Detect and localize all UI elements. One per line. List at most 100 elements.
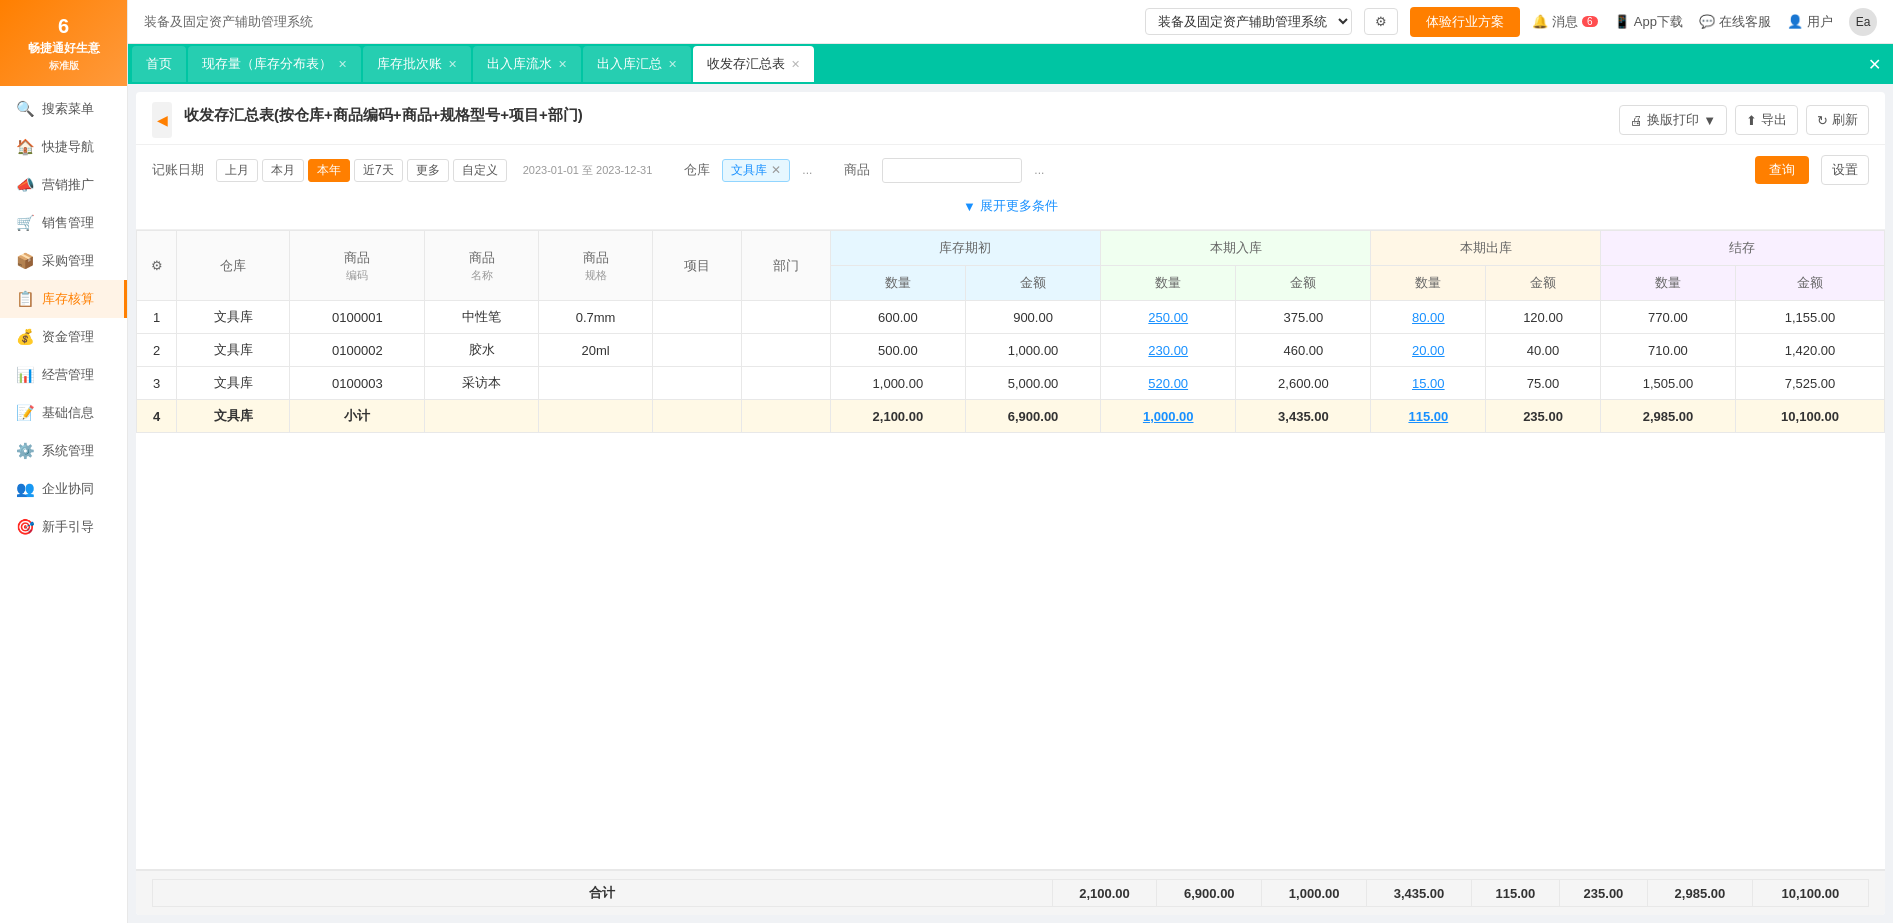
sidebar-item-guide[interactable]: 🎯 新手引导 <box>0 508 127 546</box>
refresh-label: 刷新 <box>1832 111 1858 129</box>
sidebar-item-purchase[interactable]: 📦 采购管理 <box>0 242 127 280</box>
tab-batch-account[interactable]: 库存批次账 ✕ <box>363 46 471 82</box>
online-service-label: 在线客服 <box>1719 13 1771 31</box>
tab-flow[interactable]: 出入库流水 ✕ <box>473 46 581 82</box>
tab-summary[interactable]: 出入库汇总 ✕ <box>583 46 691 82</box>
gear-button[interactable]: ⚙ <box>1364 8 1398 35</box>
export-button[interactable]: ⬆ 导出 <box>1735 105 1798 135</box>
subtotal-name <box>425 400 538 433</box>
sidebar-item-collaboration[interactable]: 👥 企业协同 <box>0 470 127 508</box>
page-title: 收发存汇总表(按仓库+商品编码+商品+规格型号+项目+部门) <box>184 106 583 125</box>
basic-info-icon: 📝 <box>16 404 34 422</box>
close-all-tabs-button[interactable]: ✕ <box>1860 55 1889 74</box>
purchase-icon: 📦 <box>16 252 34 270</box>
tab-close-icon[interactable]: ✕ <box>338 58 347 71</box>
tab-batch-account-label: 库存批次账 <box>377 55 442 73</box>
row-no: 2 <box>137 334 177 367</box>
warehouse-remove-button[interactable]: ✕ <box>771 163 781 177</box>
subtotal-in-amt: 3,435.00 <box>1236 400 1371 433</box>
print-label: 换版打印 <box>1647 111 1699 129</box>
sidebar-item-system[interactable]: ⚙️ 系统管理 <box>0 432 127 470</box>
app-download-button[interactable]: 📱 App下载 <box>1614 13 1683 31</box>
subtotal-in-qty-link[interactable]: 1,000.00 <box>1143 409 1194 424</box>
sidebar-item-basic-info[interactable]: 📝 基础信息 <box>0 394 127 432</box>
subtotal-no: 4 <box>137 400 177 433</box>
th-opening-stock: 库存期初 <box>830 231 1100 266</box>
refresh-button[interactable]: ↻ 刷新 <box>1806 105 1869 135</box>
date-btn-this-year[interactable]: 本年 <box>308 159 350 182</box>
sidebar-item-finance[interactable]: 💰 资金管理 <box>0 318 127 356</box>
print-button[interactable]: 🖨 换版打印 ▼ <box>1619 105 1727 135</box>
sidebar-item-label: 营销推广 <box>42 176 94 194</box>
tab-home[interactable]: 首页 <box>132 46 186 82</box>
row-dept <box>742 301 831 334</box>
expand-label: 展开更多条件 <box>980 197 1058 215</box>
subtotal-open-amt: 6,900.00 <box>965 400 1100 433</box>
user-label: 用户 <box>1807 13 1833 31</box>
goods-input[interactable] <box>882 158 1022 183</box>
try-industry-button[interactable]: 体验行业方案 <box>1410 7 1520 37</box>
tab-close-icon[interactable]: ✕ <box>668 58 677 71</box>
online-service-button[interactable]: 💬 在线客服 <box>1699 13 1771 31</box>
sidebar-item-label: 采购管理 <box>42 252 94 270</box>
date-btn-custom[interactable]: 自定义 <box>453 159 507 182</box>
row-in-amt: 460.00 <box>1236 334 1371 367</box>
tab-flow-label: 出入库流水 <box>487 55 552 73</box>
out-qty-link[interactable]: 20.00 <box>1412 343 1445 358</box>
sidebar-item-operations[interactable]: 📊 经营管理 <box>0 356 127 394</box>
row-bal-qty: 1,505.00 <box>1600 367 1735 400</box>
sidebar-item-label: 销售管理 <box>42 214 94 232</box>
collapse-button[interactable]: ◀ <box>152 102 172 138</box>
settings-button[interactable]: 设置 <box>1821 155 1869 185</box>
finance-icon: 💰 <box>16 328 34 346</box>
expand-more-conditions-button[interactable]: ▼ 展开更多条件 <box>152 193 1869 219</box>
tab-current-stock[interactable]: 现存量（库存分布表） ✕ <box>188 46 361 82</box>
in-qty-link[interactable]: 250.00 <box>1148 310 1188 325</box>
tab-receive-send-summary[interactable]: 收发存汇总表 ✕ <box>693 46 814 82</box>
goods-more-button[interactable]: ... <box>1034 163 1044 177</box>
row-open-qty: 600.00 <box>830 301 965 334</box>
row-in-amt: 2,600.00 <box>1236 367 1371 400</box>
subtotal-out-qty-link[interactable]: 115.00 <box>1408 409 1448 424</box>
out-qty-link[interactable]: 80.00 <box>1412 310 1445 325</box>
sidebar-item-label: 基础信息 <box>42 404 94 422</box>
sidebar-item-marketing[interactable]: 📣 营销推广 <box>0 166 127 204</box>
search-icon: 🔍 <box>16 100 34 118</box>
notification-label: 消息 <box>1552 13 1578 31</box>
out-qty-link[interactable]: 15.00 <box>1412 376 1445 391</box>
warehouse-more-button[interactable]: ... <box>802 163 812 177</box>
in-qty-link[interactable]: 520.00 <box>1148 376 1188 391</box>
content-panel: ◀ 收发存汇总表(按仓库+商品编码+商品+规格型号+项目+部门) 🖨 换版打印 … <box>136 92 1885 915</box>
date-btn-last-month[interactable]: 上月 <box>216 159 258 182</box>
subtotal-spec <box>538 400 653 433</box>
date-btn-more[interactable]: 更多 <box>407 159 449 182</box>
row-in-qty: 250.00 <box>1101 301 1236 334</box>
query-button[interactable]: 查询 <box>1755 156 1809 184</box>
tab-close-icon[interactable]: ✕ <box>448 58 457 71</box>
th-open-amt: 金额 <box>965 266 1100 301</box>
app-dropdown[interactable]: 装备及固定资产辅助管理系统 <box>1145 8 1352 35</box>
user-menu-button[interactable]: 👤 用户 <box>1787 13 1833 31</box>
row-spec <box>538 367 653 400</box>
footer-label: 合计 <box>153 880 1053 907</box>
in-qty-link[interactable]: 230.00 <box>1148 343 1188 358</box>
row-bal-qty: 710.00 <box>1600 334 1735 367</box>
tab-close-icon[interactable]: ✕ <box>558 58 567 71</box>
row-out-amt: 120.00 <box>1486 301 1601 334</box>
sidebar-item-nav[interactable]: 🏠 快捷导航 <box>0 128 127 166</box>
date-btn-this-month[interactable]: 本月 <box>262 159 304 182</box>
footer-in-amt: 3,435.00 <box>1367 880 1472 907</box>
date-range-display: 2023-01-01 至 2023-12-31 <box>523 163 653 178</box>
expand-icon: ▼ <box>963 199 976 214</box>
subtotal-row: 4 文具库 小计 2,100.00 6,900.00 1,000.00 3,43… <box>137 400 1885 433</box>
tab-receive-send-label: 收发存汇总表 <box>707 55 785 73</box>
sidebar-item-label: 系统管理 <box>42 442 94 460</box>
table-row: 3 文具库 0100003 采访本 1,000.00 5,000.00 520.… <box>137 367 1885 400</box>
sidebar-item-search[interactable]: 🔍 搜索菜单 <box>0 90 127 128</box>
notification-button[interactable]: 🔔 消息 6 <box>1532 13 1598 31</box>
sidebar-item-sales[interactable]: 🛒 销售管理 <box>0 204 127 242</box>
date-btn-7days[interactable]: 近7天 <box>354 159 403 182</box>
tab-close-icon[interactable]: ✕ <box>791 58 800 71</box>
sidebar-item-inventory[interactable]: 📋 库存核算 <box>0 280 127 318</box>
avatar[interactable]: Ea <box>1849 8 1877 36</box>
